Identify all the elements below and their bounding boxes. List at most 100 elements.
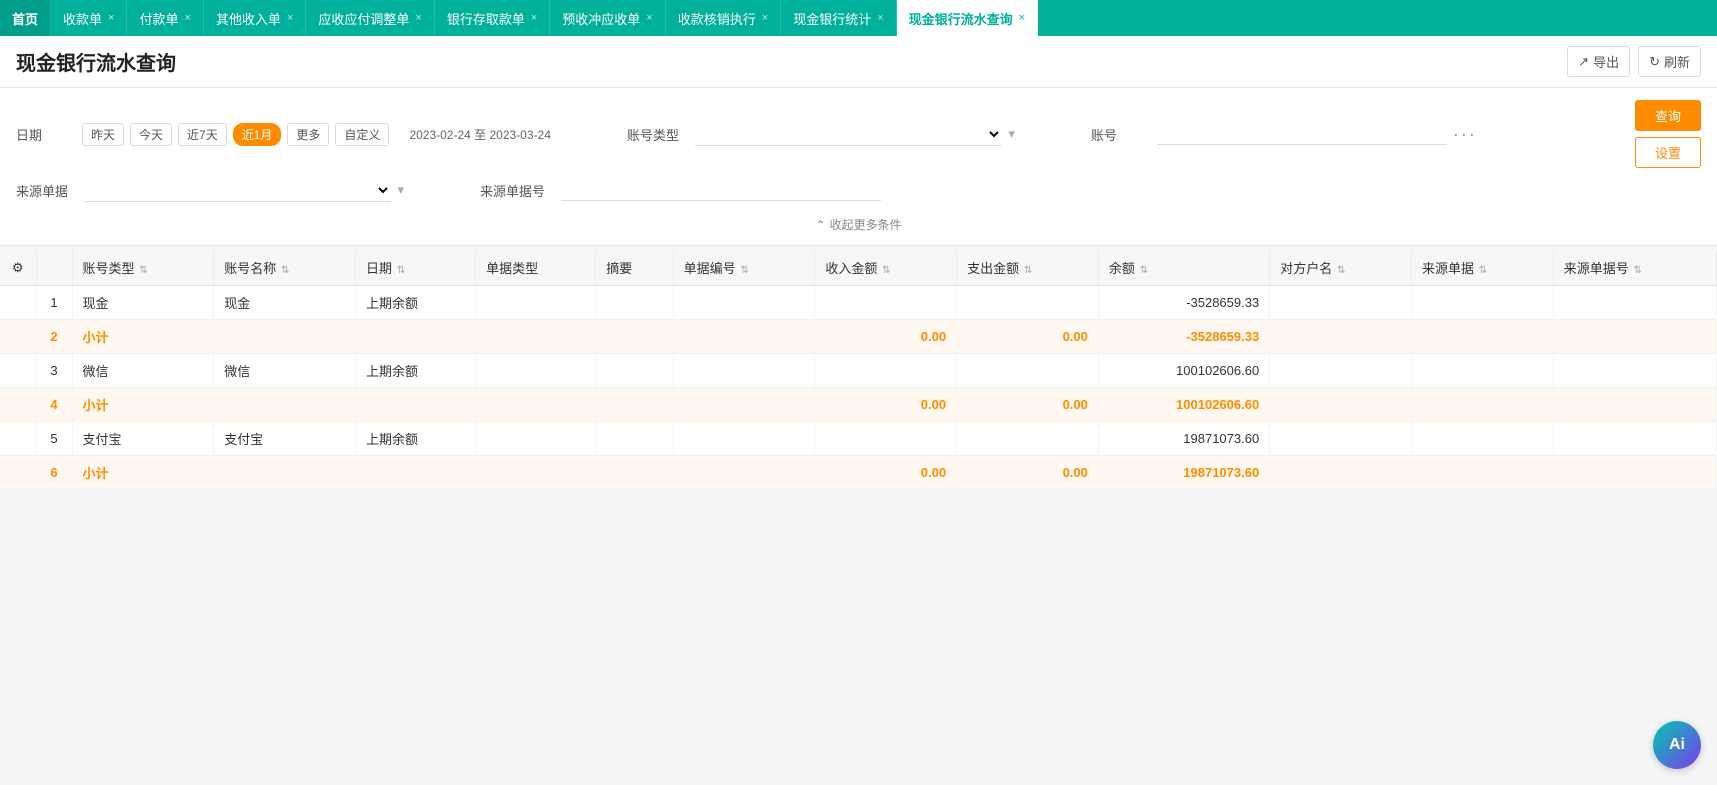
td-seq: 2 bbox=[36, 320, 72, 354]
td-expense: 0.00 bbox=[957, 388, 1099, 422]
nav-item-prepay[interactable]: 预收冲应收单× bbox=[550, 0, 665, 36]
td-balance: 19871073.60 bbox=[1098, 422, 1269, 456]
date-btn-近1月[interactable]: 近1月 bbox=[233, 123, 282, 146]
td-seq: 3 bbox=[36, 354, 72, 388]
nav-label-payment: 付款单 bbox=[139, 9, 178, 28]
sort-icon-expense: ⇅ bbox=[1021, 265, 1032, 276]
td-doc_no bbox=[673, 422, 815, 456]
td-seq: 6 bbox=[36, 456, 72, 490]
ai-assistant-button[interactable]: Ai bbox=[1653, 721, 1701, 769]
nav-item-bank-flow[interactable]: 现金银行流水查询 × bbox=[897, 0, 1038, 36]
nav-label-bank-deposit: 银行存取款单 bbox=[447, 9, 525, 28]
td-doc_no bbox=[673, 388, 815, 422]
nav-label-receipt: 收款单 bbox=[63, 9, 102, 28]
collapse-up-icon: ⌃ bbox=[815, 218, 825, 232]
th-income[interactable]: 收入金额 ⇅ bbox=[815, 250, 957, 286]
nav-item-other-income[interactable]: 其他收入单× bbox=[204, 0, 306, 36]
filter-row-1: 日期 昨天今天近7天近1月更多自定义 2023-02-24 至 2023-03-… bbox=[16, 100, 1701, 168]
date-btn-自定义[interactable]: 自定义 bbox=[335, 123, 389, 146]
nav-item-writeoff[interactable]: 收款核销执行 × bbox=[666, 0, 781, 36]
td-source_doc bbox=[1411, 286, 1553, 320]
nav-close-writeoff[interactable]: × bbox=[762, 12, 768, 24]
td-account_name: 支付宝 bbox=[214, 422, 356, 456]
nav-close-bank-deposit[interactable]: × bbox=[531, 12, 537, 24]
nav-label-home: 首页 bbox=[12, 9, 38, 28]
table-row: 1现金现金上期余额-3528659.33 bbox=[0, 286, 1717, 320]
date-btn-近7天[interactable]: 近7天 bbox=[178, 123, 227, 146]
source-doc-num-wrap bbox=[561, 179, 881, 201]
nav-item-home[interactable]: 首页 bbox=[0, 0, 51, 36]
top-navigation: 首页收款单×付款单×其他收入单×应收应付调整单×银行存取款单×预收冲应收单×收款… bbox=[0, 0, 1717, 36]
th-counterpart[interactable]: 对方户名 ⇅ bbox=[1270, 250, 1412, 286]
page-header: 现金银行流水查询 ↗ 导出 ↻ 刷新 bbox=[0, 36, 1717, 88]
settings-button[interactable]: 设置 bbox=[1635, 137, 1701, 168]
nav-close-ar-ap-adjust[interactable]: × bbox=[415, 12, 421, 24]
export-button[interactable]: ↗ 导出 bbox=[1567, 46, 1630, 77]
date-btn-更多[interactable]: 更多 bbox=[287, 123, 329, 146]
td-expense: 0.00 bbox=[957, 456, 1099, 490]
th-expense[interactable]: 支出金额 ⇅ bbox=[957, 250, 1099, 286]
th-label-doc_no: 单据编号 bbox=[684, 261, 736, 276]
td-income: 0.00 bbox=[815, 320, 957, 354]
nav-close-bank-flow[interactable]: × bbox=[1019, 12, 1025, 24]
sort-icon-date: ⇅ bbox=[394, 265, 405, 276]
nav-item-payment[interactable]: 付款单 × bbox=[127, 0, 203, 36]
nav-close-payment[interactable]: × bbox=[184, 12, 190, 24]
nav-item-bank-deposit[interactable]: 银行存取款单 × bbox=[435, 0, 550, 36]
account-input[interactable] bbox=[1157, 123, 1447, 145]
td-source_doc bbox=[1411, 456, 1553, 490]
refresh-button[interactable]: ↻ 刷新 bbox=[1638, 46, 1701, 77]
account-label: 账号 bbox=[1091, 125, 1141, 144]
nav-label-writeoff: 收款核销执行 bbox=[678, 9, 756, 28]
sort-icon-source_doc_no: ⇅ bbox=[1631, 265, 1642, 276]
table-row: 2小计0.000.00-3528659.33 bbox=[0, 320, 1717, 354]
nav-close-other-income[interactable]: × bbox=[287, 12, 293, 24]
date-shortcuts: 昨天今天近7天近1月更多自定义 bbox=[82, 123, 389, 146]
td-source_doc_no bbox=[1553, 388, 1716, 422]
header-actions: ↗ 导出 ↻ 刷新 bbox=[1567, 46, 1701, 77]
td-source_doc bbox=[1411, 388, 1553, 422]
account-type-dropdown-icon: ▾ bbox=[1008, 126, 1015, 142]
td-date: 上期余额 bbox=[356, 422, 476, 456]
nav-close-prepay[interactable]: × bbox=[646, 12, 652, 24]
refresh-icon: ↻ bbox=[1649, 54, 1660, 70]
th-account_name[interactable]: 账号名称 ⇅ bbox=[214, 250, 356, 286]
account-type-select[interactable] bbox=[695, 122, 1002, 146]
nav-close-bank-stat[interactable]: × bbox=[877, 12, 883, 24]
nav-item-bank-stat[interactable]: 现金银行统计× bbox=[781, 0, 896, 36]
td-doc_type bbox=[476, 320, 596, 354]
sort-icon-balance: ⇅ bbox=[1137, 265, 1148, 276]
account-more-icon[interactable]: ··· bbox=[1453, 124, 1477, 145]
query-button[interactable]: 查询 bbox=[1635, 100, 1701, 131]
gear-icon[interactable]: ⚙ bbox=[12, 260, 24, 275]
account-type-wrap: ▾ bbox=[695, 122, 1015, 146]
source-doc-num-input[interactable] bbox=[561, 179, 881, 201]
th-account_type[interactable]: 账号类型 ⇅ bbox=[72, 250, 214, 286]
td-income: 0.00 bbox=[815, 456, 957, 490]
nav-label-bank-flow: 现金银行流水查询 bbox=[909, 9, 1013, 28]
td-income: 0.00 bbox=[815, 388, 957, 422]
th-label-expense: 支出金额 bbox=[967, 261, 1019, 276]
th-label-date: 日期 bbox=[366, 261, 392, 276]
source-doc-num-label: 来源单据号 bbox=[480, 181, 545, 200]
collapse-bar[interactable]: ⌃ 收起更多条件 bbox=[16, 212, 1701, 237]
td-account_name bbox=[214, 388, 356, 422]
th-source_doc_no[interactable]: 来源单据号 ⇅ bbox=[1553, 250, 1716, 286]
td-doc_type bbox=[476, 422, 596, 456]
source-doc-wrap: ▾ bbox=[84, 178, 404, 202]
th-balance[interactable]: 余额 ⇅ bbox=[1098, 250, 1269, 286]
th-doc_no[interactable]: 单据编号 ⇅ bbox=[673, 250, 815, 286]
th-date[interactable]: 日期 ⇅ bbox=[356, 250, 476, 286]
source-doc-select[interactable] bbox=[84, 178, 391, 202]
nav-close-receipt[interactable]: × bbox=[108, 12, 114, 24]
td-counterpart bbox=[1270, 422, 1412, 456]
th-summary: 摘要 bbox=[596, 250, 673, 286]
date-btn-昨天[interactable]: 昨天 bbox=[82, 123, 124, 146]
td-source_doc_no bbox=[1553, 354, 1716, 388]
sort-icon-account_name: ⇅ bbox=[278, 265, 289, 276]
th-source_doc[interactable]: 来源单据 ⇅ bbox=[1411, 250, 1553, 286]
nav-item-receipt[interactable]: 收款单 × bbox=[51, 0, 127, 36]
date-range: 2023-02-24 至 2023-03-24 bbox=[409, 126, 550, 143]
nav-item-ar-ap-adjust[interactable]: 应收应付调整单× bbox=[306, 0, 434, 36]
date-btn-今天[interactable]: 今天 bbox=[130, 123, 172, 146]
